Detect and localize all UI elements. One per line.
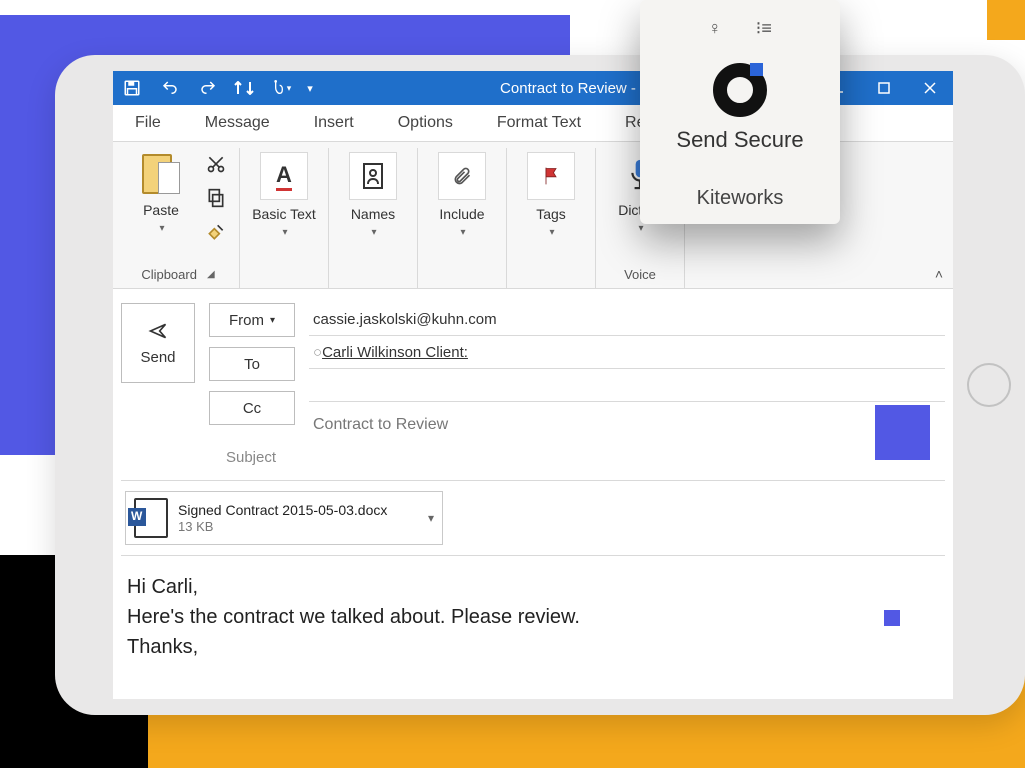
subject-label: Subject xyxy=(209,435,293,480)
paste-label: Paste xyxy=(143,202,179,218)
recipient-chip[interactable]: Carli Wilkinson Client: xyxy=(313,344,468,361)
message-body[interactable]: Hi Carli, Here's the contract we talked … xyxy=(121,555,945,678)
dialog-launcher-icon[interactable]: ◢ xyxy=(207,269,215,280)
cut-icon[interactable] xyxy=(203,152,229,176)
touch-mode-icon[interactable]: ▾ xyxy=(261,71,299,105)
basic-text-label: Basic Text xyxy=(252,206,316,222)
send-label: Send xyxy=(140,349,175,366)
chevron-down-icon xyxy=(369,222,376,238)
save-icon[interactable] xyxy=(113,71,151,105)
from-field[interactable]: cassie.jaskolski@kuhn.com xyxy=(309,303,945,336)
group-tags: Tags xyxy=(507,148,596,288)
kiteworks-popover: ♀ ⁝≡ Send Secure Kiteworks xyxy=(640,0,840,224)
hint-icon[interactable]: ♀ xyxy=(708,18,722,39)
undo-icon[interactable] xyxy=(151,71,189,105)
group-names: Names xyxy=(329,148,418,288)
include-button[interactable]: Include xyxy=(428,148,496,242)
attachment-name: Signed Contract 2015-05-03.docx xyxy=(178,502,418,519)
qat-customize-icon[interactable]: ▾ xyxy=(299,71,321,105)
body-line: Here's the contract we talked about. Ple… xyxy=(127,602,939,632)
attachment-chip[interactable]: Signed Contract 2015-05-03.docx 13 KB ▾ xyxy=(125,491,443,545)
cc-button[interactable]: Cc xyxy=(209,391,295,425)
basic-text-button[interactable]: A Basic Text xyxy=(250,148,318,242)
paperclip-icon xyxy=(438,152,486,200)
chevron-down-icon xyxy=(280,222,287,238)
kiteworks-brand: Kiteworks xyxy=(640,187,840,210)
copy-icon[interactable] xyxy=(203,186,229,210)
tab-message[interactable]: Message xyxy=(183,105,292,141)
group-clipboard: Paste Clipboard ◢ xyxy=(113,148,240,288)
group-include: Include xyxy=(418,148,507,288)
word-doc-icon xyxy=(134,498,168,538)
dot-purple xyxy=(875,405,930,460)
from-button[interactable]: From▾ xyxy=(209,303,295,337)
names-label: Names xyxy=(351,206,395,222)
redo-icon[interactable] xyxy=(189,71,227,105)
format-painter-icon[interactable] xyxy=(203,220,229,244)
chevron-down-icon xyxy=(157,218,164,234)
tab-options[interactable]: Options xyxy=(376,105,475,141)
chevron-down-icon xyxy=(458,222,465,238)
bg-rect-orange-small xyxy=(987,0,1025,40)
tags-button[interactable]: Tags xyxy=(517,148,585,242)
tablet-frame: ▾ ▾ Contract to Review - File Messag xyxy=(55,55,1025,715)
attachment-size: 13 KB xyxy=(178,519,418,535)
tab-format-text[interactable]: Format Text xyxy=(475,105,603,141)
to-button[interactable]: To xyxy=(209,347,295,381)
body-line: Hi Carli, xyxy=(127,572,939,602)
tablet-home-button[interactable] xyxy=(967,363,1011,407)
settings-icon[interactable]: ⁝≡ xyxy=(756,18,772,39)
cc-field[interactable] xyxy=(309,369,945,402)
compose-area: Send From▾ To Cc Subject cassie.jaskolsk… xyxy=(113,289,953,678)
flag-icon xyxy=(527,152,575,200)
qat-arrows[interactable] xyxy=(227,81,261,95)
send-button[interactable]: Send xyxy=(121,303,195,383)
font-icon: A xyxy=(260,152,308,200)
subject-field[interactable]: Contract to Review xyxy=(309,402,945,448)
include-label: Include xyxy=(439,206,484,222)
kiteworks-logo-icon xyxy=(713,63,767,117)
maximize-icon[interactable] xyxy=(861,71,907,105)
send-secure-button[interactable]: Send Secure xyxy=(640,127,840,153)
names-button[interactable]: Names xyxy=(339,148,407,242)
to-field[interactable]: Carli Wilkinson Client: xyxy=(309,336,945,369)
dot-purple-small xyxy=(884,610,900,626)
send-icon xyxy=(145,321,171,341)
group-label-clipboard: Clipboard xyxy=(141,267,197,282)
tab-insert[interactable]: Insert xyxy=(292,105,376,141)
close-icon[interactable] xyxy=(907,71,953,105)
group-label-voice: Voice xyxy=(624,267,656,282)
tags-label: Tags xyxy=(536,206,566,222)
paste-button[interactable]: Paste xyxy=(127,148,195,238)
chevron-down-icon[interactable]: ▾ xyxy=(428,511,434,525)
group-basic-text: A Basic Text xyxy=(240,148,329,288)
address-book-icon xyxy=(349,152,397,200)
collapse-ribbon-icon[interactable]: ˄ xyxy=(935,266,943,282)
chevron-down-icon xyxy=(547,222,554,238)
tab-file[interactable]: File xyxy=(113,105,183,141)
body-line: Thanks, xyxy=(127,632,939,662)
